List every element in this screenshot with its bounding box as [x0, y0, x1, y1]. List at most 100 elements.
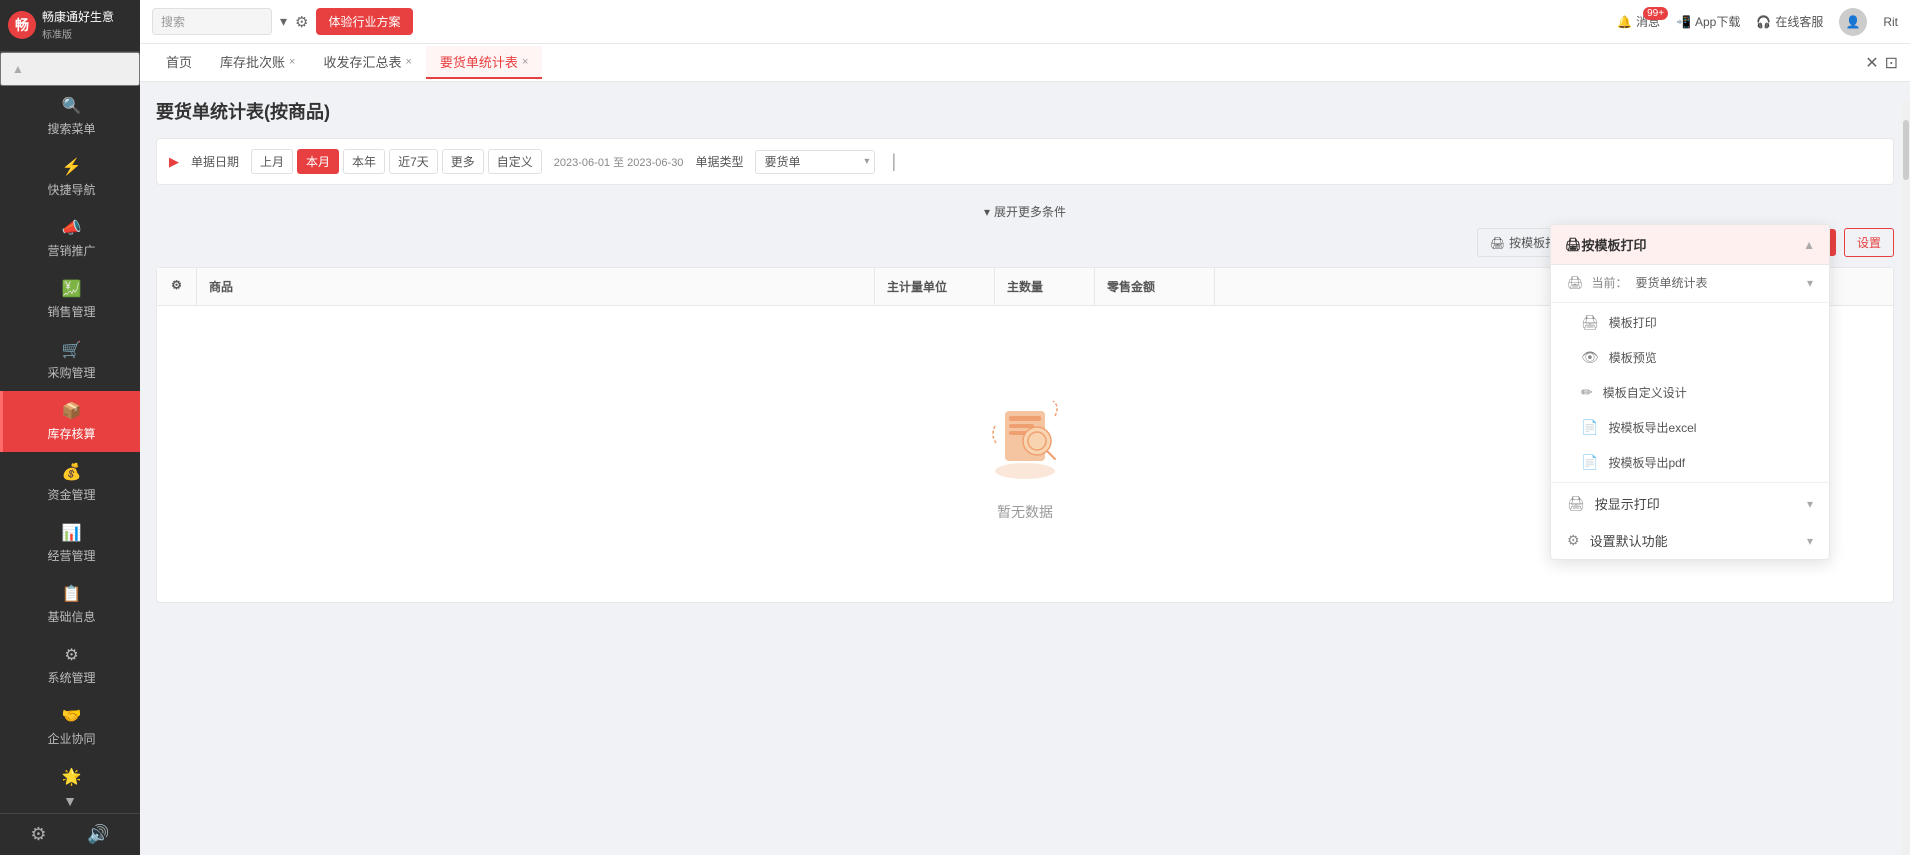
- sidebar-scroll-up[interactable]: ▲: [0, 52, 140, 86]
- sidebar-item-label: 经营管理: [47, 547, 95, 564]
- audio-icon[interactable]: 🔊: [87, 824, 109, 845]
- date-buttons: 上月 本月 本年 近7天 更多 自定义: [251, 149, 542, 174]
- topbar-online-service[interactable]: 🎧 在线客服: [1756, 13, 1823, 30]
- default-settings-arrow: ▾: [1807, 534, 1813, 548]
- type-filter-select[interactable]: 要货单: [755, 150, 875, 174]
- sidebar-item-finance[interactable]: 💰 资金管理: [0, 452, 140, 513]
- expand-more-label: 展开更多条件: [994, 203, 1066, 220]
- type-filter-label: 单据类型: [695, 153, 743, 170]
- sidebar-item-search[interactable]: 🔍 搜索菜单: [0, 86, 140, 147]
- tab-receipt-summary-label: 收发存汇总表: [323, 52, 401, 71]
- filter-separator: |: [891, 151, 896, 172]
- sidebar-item-basic[interactable]: 📋 基础信息: [0, 574, 140, 635]
- topbar-search-text: 搜索: [161, 15, 185, 29]
- message-bell-icon: 🔔: [1617, 15, 1632, 29]
- type-filter-wrap: 要货单: [755, 150, 875, 174]
- template-print-icon: 🖨: [1581, 314, 1599, 331]
- date-btn-custom[interactable]: 自定义: [488, 149, 542, 174]
- topbar-gear-icon[interactable]: ⚙: [295, 13, 308, 31]
- sidebar-item-guide[interactable]: 🌟 新手引导: [0, 757, 140, 789]
- template-design-label: 模板自定义设计: [1603, 384, 1687, 401]
- tab-receipt-summary[interactable]: 收发存汇总表 ×: [309, 46, 425, 79]
- sidebar-item-inventory[interactable]: 📦 库存核算: [0, 391, 140, 452]
- th-settings-icon: ⚙: [171, 278, 182, 292]
- current-arrow[interactable]: ▾: [1807, 276, 1813, 290]
- sidebar-item-enterprise[interactable]: 🤝 企业协同: [0, 696, 140, 757]
- settings-btn[interactable]: 设置: [1844, 228, 1894, 257]
- topbar-dropdown-arrow[interactable]: ▾: [280, 13, 287, 30]
- search-icon: 🔍: [62, 96, 82, 116]
- scrollbar-thumb: [1903, 120, 1909, 180]
- sidebar-item-label: 快捷导航: [47, 181, 95, 198]
- tab-inventory-batch-label: 库存批次账: [220, 52, 285, 71]
- topbar-search-box: 搜索: [152, 8, 272, 35]
- print-icon-small: 🖨: [1567, 275, 1584, 291]
- date-btn-year[interactable]: 本年: [343, 149, 385, 174]
- current-template-name: 要货单统计表: [1636, 274, 1708, 291]
- sidebar-logo: 畅 畅康通好生意 标准版: [0, 0, 140, 52]
- tab-inventory-batch-close[interactable]: ×: [289, 56, 295, 68]
- sidebar-item-label: 销售管理: [47, 303, 95, 320]
- sidebar-item-marketing[interactable]: 📣 营销推广: [0, 208, 140, 269]
- date-btn-7days[interactable]: 近7天: [389, 149, 438, 174]
- tab-receipt-summary-close[interactable]: ×: [405, 56, 411, 68]
- filter-collapse-btn[interactable]: ▶: [169, 154, 179, 170]
- print-dropdown-icon: 🖨: [1565, 237, 1582, 253]
- sidebar-item-label: 营销推广: [47, 242, 95, 259]
- print-icon: 🖨: [1490, 236, 1505, 250]
- dropdown-display-print[interactable]: 🖨 按显示打印 ▾: [1551, 485, 1829, 522]
- topbar-industry-btn[interactable]: 体验行业方案: [316, 8, 412, 35]
- topbar-app-download[interactable]: 📲 App下载: [1676, 13, 1740, 30]
- sidebar-item-label: 采购管理: [47, 364, 95, 381]
- tab-home-label: 首页: [166, 52, 192, 71]
- tabs-bar: 首页 库存批次账 × 收发存汇总表 × 要货单统计表 × ✕ ⊡: [140, 44, 1910, 82]
- th-quantity: 主数量: [995, 268, 1095, 305]
- guide-icon: 🌟: [62, 767, 82, 787]
- print-dropdown-header: 🖨 按模板打印 ▲: [1551, 225, 1829, 265]
- sidebar-item-quick-nav[interactable]: ⚡ 快捷导航: [0, 147, 140, 208]
- dropdown-default-settings[interactable]: ⚙ 设置默认功能 ▾: [1551, 522, 1829, 559]
- tab-order-stats-close[interactable]: ×: [522, 56, 528, 68]
- app-logo-icon: 畅: [8, 11, 36, 39]
- sidebar-scroll-down[interactable]: ▼: [0, 789, 140, 813]
- display-print-arrow: ▾: [1807, 497, 1813, 511]
- filter-bar: ▶ 单据日期 上月 本月 本年 近7天 更多 自定义 2023-06-01 至 …: [156, 138, 1894, 185]
- tab-home[interactable]: 首页: [152, 46, 206, 79]
- tabs-bar-right: ✕ ⊡: [1865, 53, 1898, 73]
- topbar-avatar[interactable]: 👤: [1839, 8, 1867, 36]
- print-dropdown: 🖨 按模板打印 ▲ 🖨 当前： 要货单统计表 ▾ 🖨 模板打印 👁 模板预览 ✏: [1550, 224, 1830, 560]
- th-settings[interactable]: ⚙: [157, 268, 197, 305]
- app-name: 畅康通好生意: [42, 10, 114, 26]
- topbar-message[interactable]: 🔔 消息 99+: [1617, 13, 1660, 30]
- purchase-icon: 🛒: [62, 340, 82, 360]
- tab-order-stats[interactable]: 要货单统计表 ×: [426, 46, 542, 79]
- dropdown-template-pdf[interactable]: 📄 按模板导出pdf: [1551, 445, 1829, 480]
- expand-more-btn[interactable]: ▾ 展开更多条件: [984, 203, 1066, 220]
- th-unit: 主计量单位: [875, 268, 995, 305]
- settings-icon[interactable]: ⚙: [30, 824, 46, 845]
- tab-inventory-batch[interactable]: 库存批次账 ×: [206, 46, 309, 79]
- dropdown-template-print[interactable]: 🖨 模板打印: [1551, 305, 1829, 340]
- tab-close-all-icon[interactable]: ✕: [1865, 53, 1878, 73]
- topbar: 搜索 ▾ ⚙ 体验行业方案 🔔 消息 99+ 📲 App下载 🎧 在线客服 👤 …: [140, 0, 1910, 44]
- sidebar-item-purchase[interactable]: 🛒 采购管理: [0, 330, 140, 391]
- operation-icon: 📊: [62, 523, 82, 543]
- sidebar-item-system[interactable]: ⚙ 系统管理: [0, 635, 140, 696]
- app-download-label: App下载: [1695, 13, 1740, 30]
- default-settings-label: 设置默认功能: [1590, 531, 1668, 550]
- print-dropdown-expand-arrow[interactable]: ▲: [1803, 238, 1815, 252]
- dropdown-template-design[interactable]: ✏ 模板自定义设计: [1551, 375, 1829, 410]
- th-product: 商品: [197, 268, 875, 305]
- date-btn-more[interactable]: 更多: [442, 149, 484, 174]
- empty-text: 暂无数据: [997, 502, 1053, 522]
- finance-icon: 💰: [62, 462, 82, 482]
- sidebar-item-sales[interactable]: 💹 销售管理: [0, 269, 140, 330]
- tab-maximize-icon[interactable]: ⊡: [1885, 53, 1898, 73]
- dropdown-template-excel[interactable]: 📄 按模板导出excel: [1551, 410, 1829, 445]
- date-btn-prev[interactable]: 上月: [251, 149, 293, 174]
- sidebar-item-operation[interactable]: 📊 经营管理: [0, 513, 140, 574]
- date-btn-current[interactable]: 本月: [297, 149, 339, 174]
- right-scrollbar[interactable]: [1902, 100, 1910, 855]
- dropdown-template-preview[interactable]: 👁 模板预览: [1551, 340, 1829, 375]
- service-label: 在线客服: [1775, 13, 1823, 30]
